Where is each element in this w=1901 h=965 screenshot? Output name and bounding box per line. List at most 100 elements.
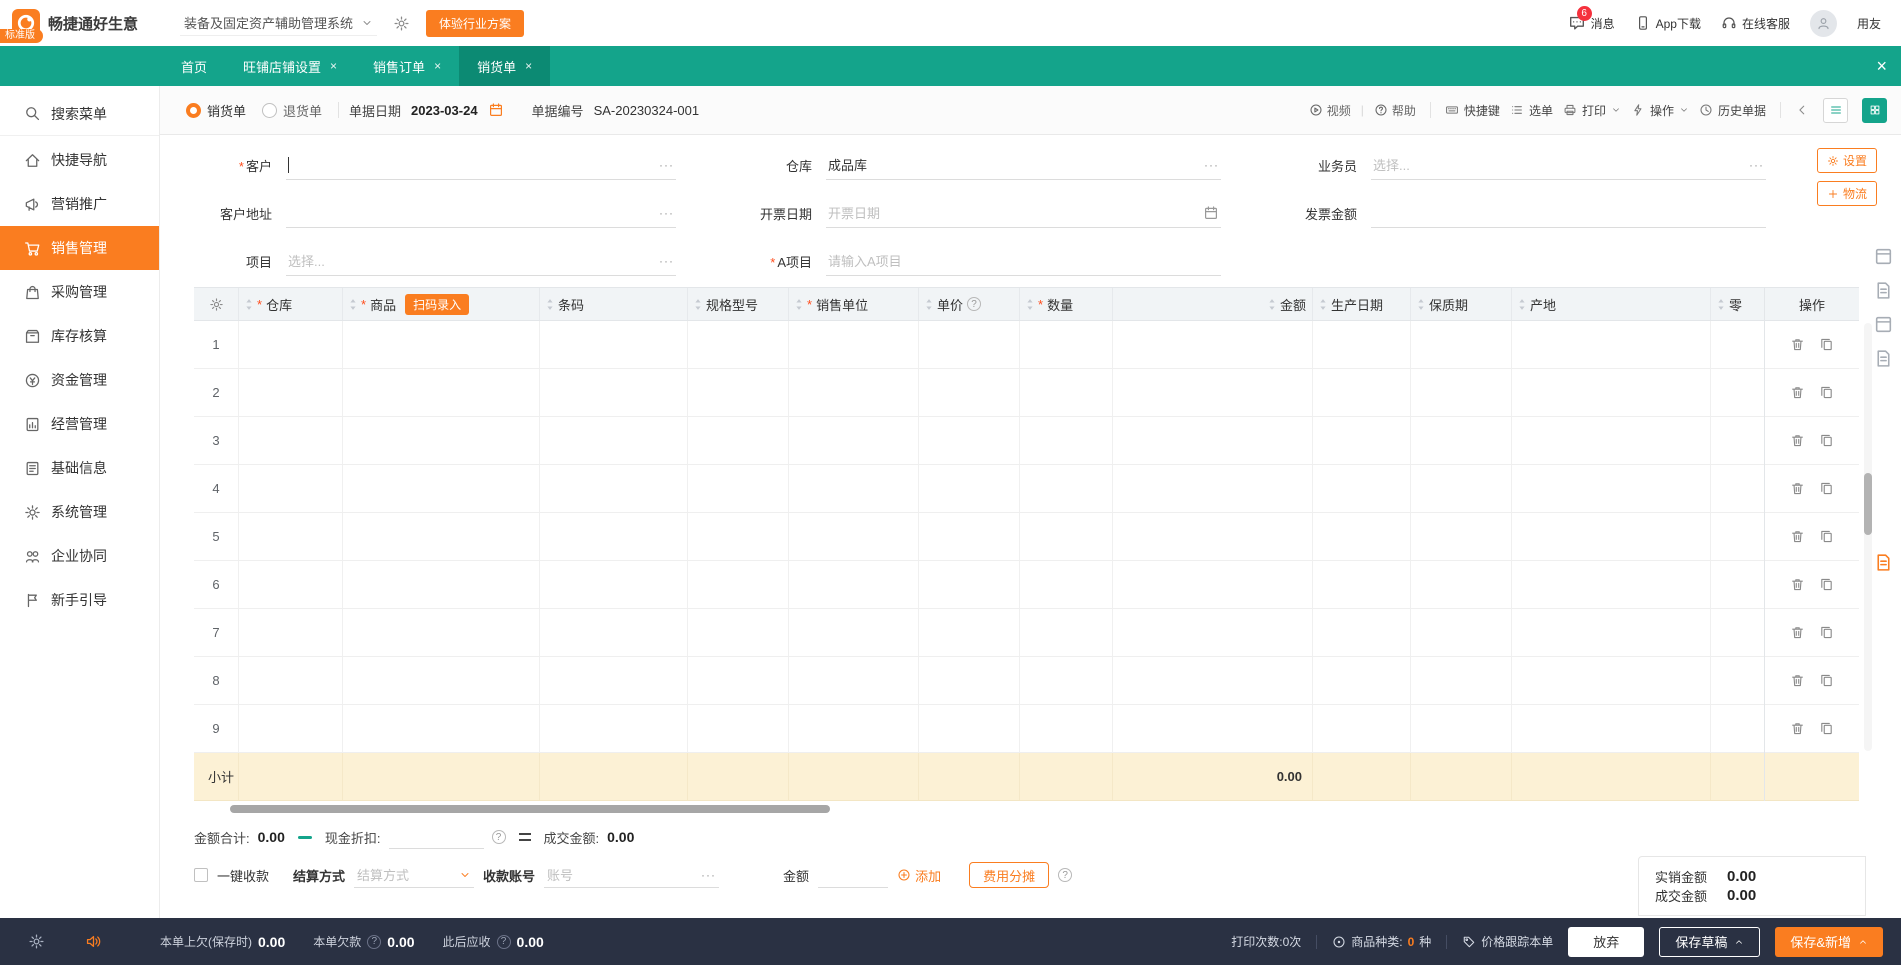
sidebar-item-3[interactable]: 销售管理 [0,226,159,270]
a-project-input[interactable]: 请输入A项目 [826,246,1221,276]
col-header-3[interactable]: 条码 [540,288,688,320]
close-all-tabs-icon[interactable]: × [1876,46,1887,86]
grid-cell[interactable] [1113,465,1313,512]
tab-0[interactable]: 首页 [163,46,225,86]
grid-cell[interactable] [688,657,789,704]
grid-cell[interactable] [1512,321,1711,368]
grid-cell[interactable] [343,321,540,368]
grid-cell[interactable] [1411,705,1512,752]
grid-cell[interactable] [688,513,789,560]
vertical-scroll-thumb[interactable] [1864,473,1872,535]
grid-cell[interactable] [343,417,540,464]
add-payment-button[interactable]: 添加 [897,866,941,885]
grid-cell[interactable] [1512,513,1711,560]
delete-row-icon[interactable] [1790,673,1805,688]
sort-icon[interactable] [795,298,803,311]
radio-icon[interactable] [262,102,278,118]
copy-row-icon[interactable] [1819,433,1834,448]
grid-cell[interactable] [1020,321,1113,368]
delete-row-icon[interactable] [1790,481,1805,496]
speaker-icon[interactable] [85,933,102,950]
save-draft-button[interactable]: 保存草稿 [1659,926,1761,957]
grid-cell[interactable] [239,513,343,560]
sort-icon[interactable] [925,298,933,311]
grid-cell[interactable] [1411,657,1512,704]
grid-cell[interactable] [1711,465,1765,512]
grid-cell[interactable] [540,321,688,368]
price-track-toggle[interactable]: 价格跟踪本单 [1462,933,1553,950]
grid-cell[interactable] [1411,417,1512,464]
calendar-icon[interactable] [1203,205,1219,221]
grid-cell[interactable] [1512,417,1711,464]
delete-row-icon[interactable] [1790,385,1805,400]
online-service-button[interactable]: 在线客服 [1721,15,1790,32]
grid-cell[interactable] [343,705,540,752]
grid-cell[interactable] [688,609,789,656]
sidebar-item-4[interactable]: 采购管理 [0,270,159,314]
grid-cell[interactable] [1113,609,1313,656]
grid-cell[interactable] [239,657,343,704]
grid-cell[interactable] [1512,657,1711,704]
grid-cell[interactable] [1711,513,1765,560]
grid-cell[interactable] [239,465,343,512]
action-ops[interactable]: 操作 [1631,102,1689,119]
sort-icon[interactable] [1518,298,1526,311]
col-header-10[interactable]: 保质期 [1411,288,1512,320]
grid-cell[interactable] [1113,369,1313,416]
more-icon[interactable]: ··· [1749,159,1764,171]
username[interactable]: 用友 [1857,15,1881,32]
horizontal-scrollbar[interactable] [194,804,1860,815]
grid-cell[interactable] [919,657,1020,704]
tab-close-icon[interactable]: × [525,59,532,73]
address-input[interactable]: ··· [286,198,676,228]
grid-cell[interactable] [1113,705,1313,752]
grid-cell[interactable] [688,417,789,464]
sort-icon[interactable] [245,298,253,311]
system-select[interactable]: 装备及固定资产辅助管理系统 [180,10,378,36]
grid-cell[interactable] [540,465,688,512]
grid-cell[interactable] [343,657,540,704]
one-click-checkbox[interactable] [194,868,208,882]
grid-cell[interactable] [1313,513,1411,560]
gear-icon[interactable] [393,15,410,32]
sort-icon[interactable] [546,298,554,311]
col-header-5[interactable]: * 销售单位 [789,288,919,320]
grid-cell[interactable] [1313,465,1411,512]
delete-row-icon[interactable] [1790,337,1805,352]
tab-3[interactable]: 销货单 × [459,46,551,86]
grid-cell[interactable] [540,561,688,608]
grid-cell[interactable] [1313,321,1411,368]
action-list[interactable]: 选单 [1510,102,1553,119]
sidebar-item-11[interactable]: 新手引导 [0,578,159,622]
grid-cell[interactable] [1113,417,1313,464]
collapse-left-icon[interactable] [1795,103,1809,117]
grid-cell[interactable] [1020,465,1113,512]
grid-cell[interactable] [343,465,540,512]
grid-cell[interactable] [239,417,343,464]
copy-row-icon[interactable] [1819,337,1834,352]
save-and-new-button[interactable]: 保存&新增 [1775,926,1883,957]
grid-cell[interactable] [1512,609,1711,656]
gear-icon[interactable] [28,933,45,950]
grid-cell[interactable] [789,705,919,752]
meta-help[interactable]: 帮助 [1374,102,1416,119]
grid-cell[interactable] [540,513,688,560]
grid-cell[interactable] [540,369,688,416]
tab-2[interactable]: 销售订单 × [355,46,459,86]
col-header-11[interactable]: 产地 [1512,288,1711,320]
col-header-6[interactable]: 单价? [919,288,1020,320]
grid-cell[interactable] [343,513,540,560]
grid-cell[interactable] [239,609,343,656]
grid-cell[interactable] [540,609,688,656]
invoice-amount-input[interactable] [1371,198,1766,228]
grid-cell[interactable] [239,705,343,752]
salesman-input[interactable]: 选择... ··· [1371,150,1766,180]
doc-type-sale-radio[interactable]: 销货单 [186,101,246,120]
grid-cell[interactable] [1711,417,1765,464]
list-view-button[interactable] [1823,97,1848,123]
grid-cell[interactable] [1020,609,1113,656]
grid-cell[interactable] [1020,705,1113,752]
grid-cell[interactable] [1411,321,1512,368]
sort-icon[interactable] [694,298,702,311]
cash-discount-input[interactable] [388,825,484,849]
